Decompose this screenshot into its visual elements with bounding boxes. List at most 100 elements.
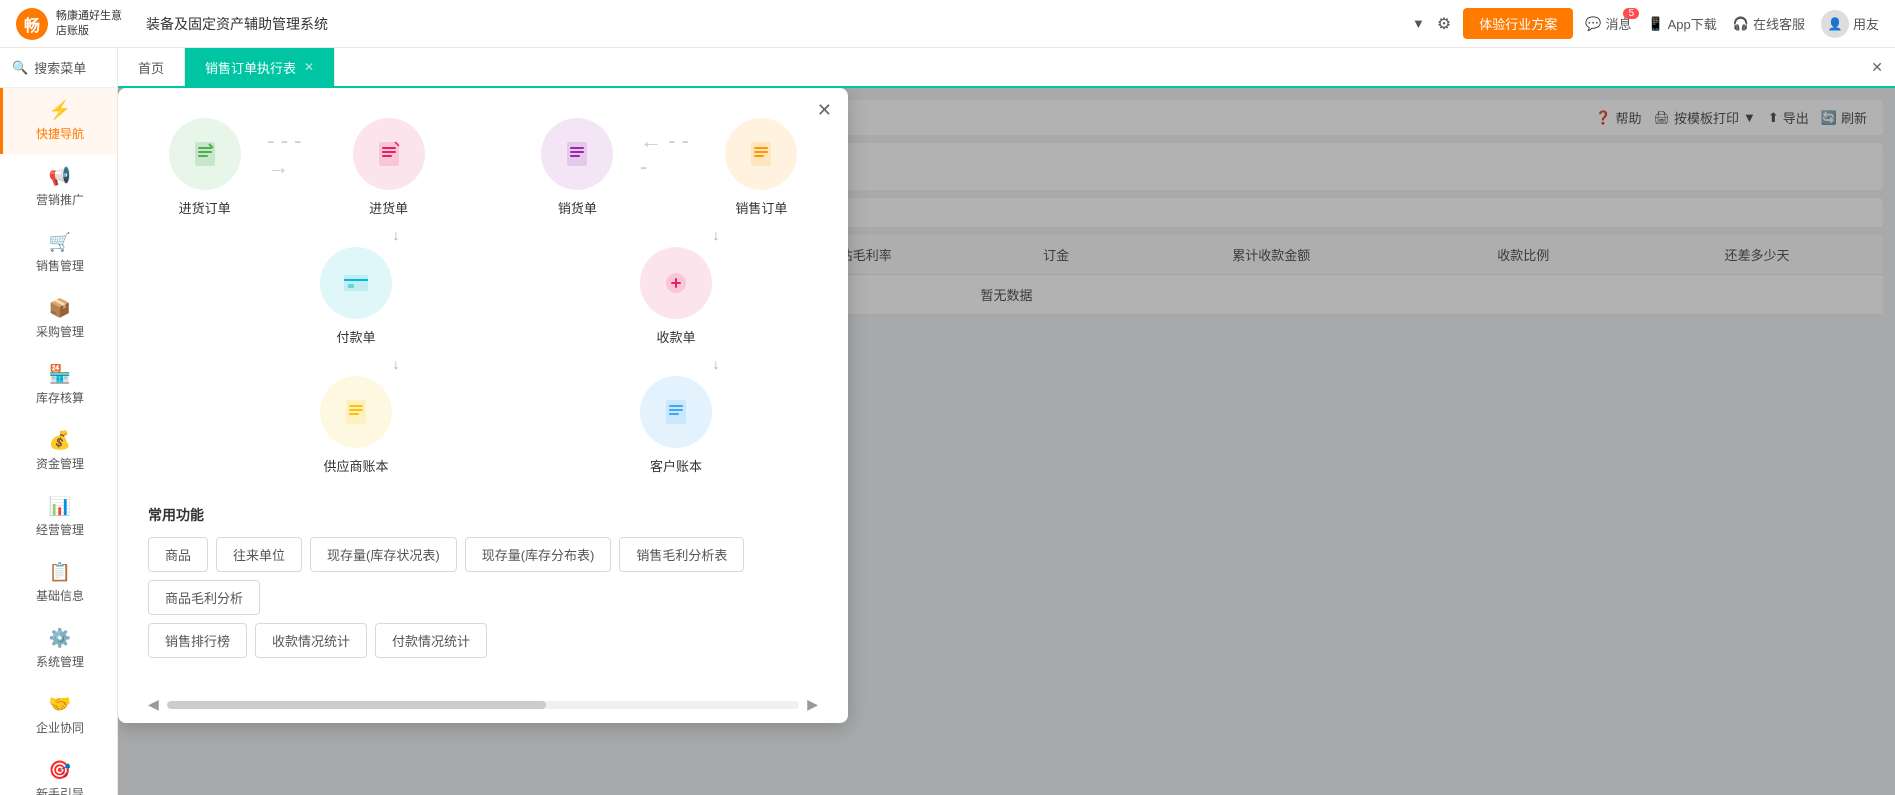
flow-node-payment[interactable]: 付款单 — [296, 247, 416, 346]
app-download-btn[interactable]: 📱 App下载 — [1647, 14, 1716, 33]
popup-close-btn[interactable]: ✕ — [817, 100, 832, 121]
sidebar-item-finance[interactable]: 💰 资金管理 — [0, 418, 117, 484]
sidebar-item-basic-info[interactable]: 📋 基础信息 — [0, 550, 117, 616]
megaphone-icon: 📢 — [49, 166, 71, 187]
content-panel: ❓ 帮助 🖨 按模板打印 ▼ ⬆ 导出 🔄 — [118, 88, 1895, 795]
scrollbar-thumb — [167, 701, 546, 709]
flow-node-customer-ledger[interactable]: 客户账本 — [616, 376, 736, 475]
cart-icon: 🛒 — [49, 232, 71, 253]
chart-icon: 📊 — [49, 496, 71, 517]
header-right: 💬 消息 5 📱 App下载 🎧 在线客服 👤 用友 — [1585, 10, 1879, 38]
user-menu[interactable]: 👤 用友 — [1821, 10, 1879, 38]
flow-node-sales-order[interactable]: 销售订单 — [705, 118, 818, 217]
flow-popup: ✕ 进货订单 — [118, 88, 848, 723]
sidebar-item-guide[interactable]: 🎯 新手引导 — [0, 748, 117, 795]
headset-icon: 🎧 — [1733, 16, 1749, 32]
sidebar-item-quick-nav[interactable]: ⚡ 快捷导航 — [0, 88, 117, 154]
store-icon: 🏪 — [49, 364, 71, 385]
search-icon: 🔍 — [12, 60, 28, 76]
sales-bill-icon — [541, 118, 613, 190]
v-arrow-receipt: ↓ — [656, 356, 776, 372]
common-btn-stock-dist[interactable]: 现存量(库存分布表) — [465, 537, 612, 572]
sidebar: 🔍 搜索菜单 ⚡ 快捷导航 📢 营销推广 🛒 销售管理 📦 采购管理 🏪 — [0, 48, 118, 795]
lightning-icon: ⚡ — [49, 100, 71, 121]
payment-icon — [320, 247, 392, 319]
message-icon: 💬 — [1585, 16, 1601, 32]
common-btn-goods-profit[interactable]: 商品毛利分析 — [148, 580, 260, 615]
scrollbar-track[interactable] — [167, 701, 799, 709]
online-service-btn[interactable]: 🎧 在线客服 — [1733, 14, 1805, 33]
main-body: 🔍 搜索菜单 ⚡ 快捷导航 📢 营销推广 🛒 销售管理 📦 采购管理 🏪 — [0, 48, 1895, 795]
tab-bar-close-icon[interactable]: ✕ — [1871, 59, 1883, 76]
common-section: 常用功能 商品 往来单位 现存量(库存状况表) 现存量(库存分布表) 销售毛利分… — [118, 505, 848, 686]
sidebar-item-marketing[interactable]: 📢 营销推广 — [0, 154, 117, 220]
popup-overlay: ✕ 进货订单 — [118, 88, 1895, 795]
sales-order-icon — [725, 118, 797, 190]
money-icon: 💰 — [49, 430, 71, 451]
flow-row-1: 进货订单 - - - → — [148, 118, 818, 217]
tab-close-icon[interactable]: ✕ — [304, 60, 314, 74]
flow-node-purchase-order[interactable]: 进货订单 — [148, 118, 261, 217]
message-btn[interactable]: 💬 消息 5 — [1585, 14, 1631, 33]
flow-vconnectors2: ↓ ↓ — [148, 356, 818, 372]
purchase-bill-icon — [353, 118, 425, 190]
flow-node-sales-bill[interactable]: 销货单 — [521, 118, 634, 217]
app-title: 装备及固定资产辅助管理系统 — [146, 14, 1400, 34]
common-btn-receipt-stats[interactable]: 收款情况统计 — [255, 623, 367, 658]
arrow-purchase-to-bill: - - - → — [265, 128, 328, 180]
search-menu-btn[interactable]: 🔍 搜索菜单 — [0, 48, 117, 88]
box-icon: 📦 — [49, 298, 71, 319]
common-functions-title: 常用功能 — [148, 505, 818, 525]
v-arrow-sales: ↓ — [656, 227, 776, 243]
flow-node-purchase-bill[interactable]: 进货单 — [332, 118, 445, 217]
v-arrow-purchase: ↓ — [336, 227, 456, 243]
tab-sales-exec[interactable]: 销售订单执行表 ✕ — [185, 48, 335, 86]
user-avatar: 👤 — [1821, 10, 1849, 38]
tab-home[interactable]: 首页 — [118, 48, 185, 86]
common-btn-stock-status[interactable]: 现存量(库存状况表) — [310, 537, 457, 572]
sidebar-item-system[interactable]: ⚙️ 系统管理 — [0, 616, 117, 682]
arrow-sales-order-to-bill: ← - - - — [638, 128, 701, 180]
phone-icon: 📱 — [1647, 16, 1663, 32]
customer-ledger-icon — [640, 376, 712, 448]
flow-node-supplier-ledger[interactable]: 供应商账本 — [296, 376, 416, 475]
v-arrow-payment: ↓ — [336, 356, 456, 372]
app-wrapper: 畅 畅康通好生意 店账版 装备及固定资产辅助管理系统 ▼ ⚙ 体验行业方案 💬 … — [0, 0, 1895, 795]
flow-node-receipt[interactable]: 收款单 — [616, 247, 736, 346]
content-area: 首页 销售订单执行表 ✕ ✕ ❓ 帮助 — [118, 48, 1895, 795]
purchase-order-icon — [169, 118, 241, 190]
target-icon: 🎯 — [49, 760, 71, 781]
sidebar-item-operations[interactable]: 📊 经营管理 — [0, 484, 117, 550]
logo-icon: 畅 — [16, 8, 48, 40]
common-buttons-row1: 商品 往来单位 现存量(库存状况表) 现存量(库存分布表) 销售毛利分析表 商品… — [148, 537, 818, 615]
common-btn-sales-rank[interactable]: 销售排行榜 — [148, 623, 247, 658]
clipboard-icon: 📋 — [49, 562, 71, 583]
scroll-right-arrow[interactable]: ▶ — [807, 696, 818, 713]
system-dropdown[interactable]: ▼ — [1412, 16, 1425, 31]
common-btn-goods[interactable]: 商品 — [148, 537, 208, 572]
common-btn-sales-profit[interactable]: 销售毛利分析表 — [619, 537, 744, 572]
flow-vconnectors: ↓ ↓ — [148, 227, 818, 243]
sidebar-item-purchase[interactable]: 📦 采购管理 — [0, 286, 117, 352]
sidebar-item-sales[interactable]: 🛒 销售管理 — [0, 220, 117, 286]
try-btn[interactable]: 体验行业方案 — [1463, 8, 1573, 39]
top-header: 畅 畅康通好生意 店账版 装备及固定资产辅助管理系统 ▼ ⚙ 体验行业方案 💬 … — [0, 0, 1895, 48]
sidebar-item-enterprise[interactable]: 🤝 企业协同 — [0, 682, 117, 748]
common-btn-counterparty[interactable]: 往来单位 — [216, 537, 302, 572]
logo-text: 畅康通好生意 店账版 — [56, 9, 122, 38]
handshake-icon: 🤝 — [49, 694, 71, 715]
receipt-icon — [640, 247, 712, 319]
settings-icon[interactable]: ⚙ — [1437, 14, 1451, 34]
flow-row-2: 付款单 收款单 — [148, 247, 818, 346]
common-buttons-row2: 销售排行榜 收款情况统计 付款情况统计 — [148, 623, 818, 658]
logo-area: 畅 畅康通好生意 店账版 — [16, 8, 134, 40]
sidebar-item-inventory[interactable]: 🏪 库存核算 — [0, 352, 117, 418]
flow-section: 进货订单 - - - → — [118, 88, 848, 505]
supplier-ledger-icon — [320, 376, 392, 448]
scroll-area: ◀ ▶ — [118, 686, 848, 723]
gear-icon: ⚙️ — [49, 628, 71, 649]
scroll-left-arrow[interactable]: ◀ — [148, 696, 159, 713]
tab-bar: 首页 销售订单执行表 ✕ ✕ — [118, 48, 1895, 88]
common-btn-payment-stats[interactable]: 付款情况统计 — [375, 623, 487, 658]
flow-row-3: 供应商账本 客户账本 — [148, 376, 818, 475]
